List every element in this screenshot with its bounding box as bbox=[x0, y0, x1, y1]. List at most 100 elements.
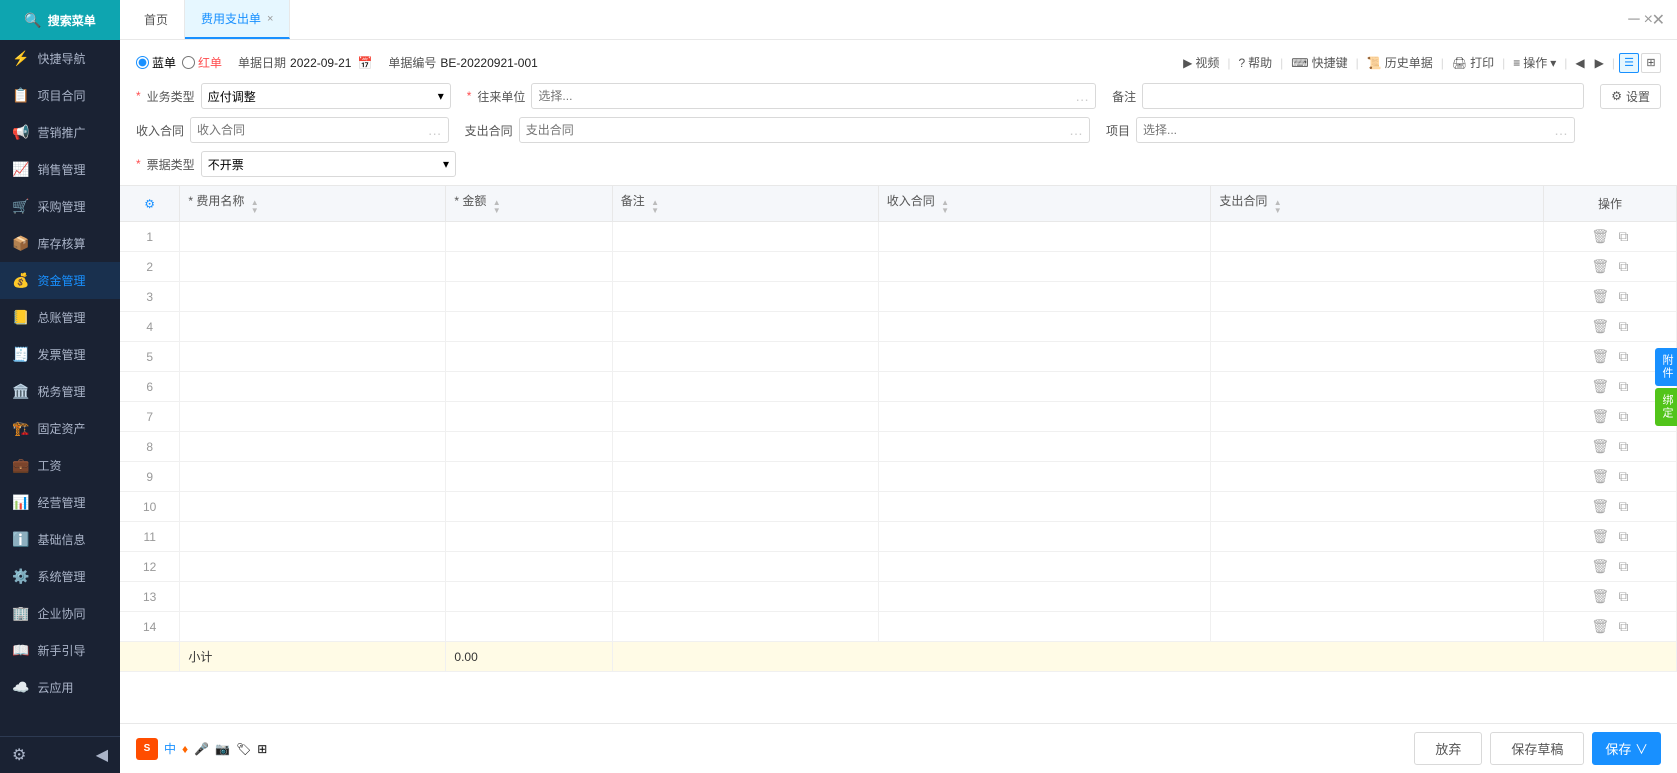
expense-name-cell[interactable] bbox=[180, 282, 446, 312]
expense-contract-cell[interactable] bbox=[1211, 372, 1544, 402]
income-contract-cell[interactable] bbox=[878, 312, 1211, 342]
partner-more-icon[interactable]: … bbox=[1075, 88, 1089, 104]
blue-single-radio[interactable]: 蓝单 bbox=[136, 54, 176, 71]
expense-name-cell[interactable] bbox=[180, 312, 446, 342]
amount-cell[interactable] bbox=[446, 612, 612, 642]
sidebar-item-quick-nav[interactable]: ⚡ 快捷导航 bbox=[0, 40, 120, 77]
voucher-type-select[interactable]: 不开票 ▾ bbox=[201, 151, 456, 177]
row-delete-btn[interactable]: 🗑 bbox=[1588, 318, 1612, 335]
row-delete-btn[interactable]: 🗑 bbox=[1588, 228, 1612, 245]
sidebar-item-inventory[interactable]: 📦 库存核算 bbox=[0, 225, 120, 262]
expense-contract-cell[interactable] bbox=[1211, 612, 1544, 642]
project-more-icon[interactable]: … bbox=[1554, 122, 1568, 138]
expense-contract-more-icon[interactable]: … bbox=[1069, 122, 1083, 138]
income-contract-cell[interactable] bbox=[878, 222, 1211, 252]
shortcut-btn[interactable]: ⌨ 快捷键 bbox=[1287, 52, 1351, 73]
partner-input[interactable] bbox=[538, 89, 1075, 103]
row-copy-btn[interactable]: ⧉ bbox=[1616, 618, 1632, 635]
expense-contract-cell[interactable] bbox=[1211, 342, 1544, 372]
expense-contract-cell[interactable] bbox=[1211, 492, 1544, 522]
sidebar-item-assets[interactable]: 🏗️ 固定资产 bbox=[0, 410, 120, 447]
income-contract-cell[interactable] bbox=[878, 612, 1211, 642]
tab-close-icon[interactable]: × bbox=[267, 13, 273, 25]
partner-input-wrap[interactable]: … bbox=[531, 83, 1096, 109]
income-contract-cell[interactable] bbox=[878, 462, 1211, 492]
row-copy-btn[interactable]: ⧉ bbox=[1616, 588, 1632, 605]
amount-cell[interactable] bbox=[446, 432, 612, 462]
save-button[interactable]: 保存 ∨ bbox=[1592, 732, 1661, 765]
remark-cell[interactable] bbox=[612, 312, 878, 342]
amount-cell[interactable] bbox=[446, 462, 612, 492]
income-contract-cell[interactable] bbox=[878, 492, 1211, 522]
income-contract-input[interactable] bbox=[197, 123, 428, 137]
income-contract-sort[interactable]: ▲▼ bbox=[941, 199, 949, 215]
config-gear-icon[interactable]: ⚙ bbox=[144, 197, 155, 211]
amount-sort[interactable]: ▲▼ bbox=[493, 199, 501, 215]
expense-contract-cell[interactable] bbox=[1211, 552, 1544, 582]
sidebar-item-system[interactable]: ⚙️ 系统管理 bbox=[0, 558, 120, 595]
remark-cell[interactable] bbox=[612, 612, 878, 642]
expense-name-cell[interactable] bbox=[180, 612, 446, 642]
row-delete-btn[interactable]: 🗑 bbox=[1588, 438, 1612, 455]
remark-cell[interactable] bbox=[612, 402, 878, 432]
amount-cell[interactable] bbox=[446, 492, 612, 522]
nav-next-btn[interactable]: ▶ bbox=[1591, 54, 1608, 72]
amount-cell[interactable] bbox=[446, 522, 612, 552]
project-input[interactable] bbox=[1143, 123, 1554, 137]
income-contract-cell[interactable] bbox=[878, 372, 1211, 402]
row-copy-btn[interactable]: ⧉ bbox=[1616, 528, 1632, 545]
row-delete-btn[interactable]: 🗑 bbox=[1588, 618, 1612, 635]
expense-name-cell[interactable] bbox=[180, 492, 446, 522]
expense-name-cell[interactable] bbox=[180, 402, 446, 432]
income-contract-cell[interactable] bbox=[878, 522, 1211, 552]
expense-contract-cell[interactable] bbox=[1211, 222, 1544, 252]
sidebar-item-project-contract[interactable]: 📋 项目合同 bbox=[0, 77, 120, 114]
sidebar-item-invoice[interactable]: 🧾 发票管理 bbox=[0, 336, 120, 373]
row-copy-btn[interactable]: ⧉ bbox=[1616, 468, 1632, 485]
project-input-wrap[interactable]: … bbox=[1136, 117, 1575, 143]
tab-home[interactable]: 首页 bbox=[128, 0, 185, 39]
biz-type-select[interactable]: 应付调整 ▾ bbox=[201, 83, 451, 109]
sidebar-header[interactable]: 🔍 搜索菜单 bbox=[0, 0, 120, 40]
tab-expense[interactable]: 费用支出单 × bbox=[185, 0, 290, 39]
sidebar-item-purchase[interactable]: 🛒 采购管理 bbox=[0, 188, 120, 225]
income-contract-more-icon[interactable]: … bbox=[428, 122, 442, 138]
row-delete-btn[interactable]: 🗑 bbox=[1588, 588, 1612, 605]
remark-cell[interactable] bbox=[612, 342, 878, 372]
history-btn[interactable]: 📜 历史单据 bbox=[1363, 52, 1437, 73]
income-contract-cell[interactable] bbox=[878, 402, 1211, 432]
row-copy-btn[interactable]: ⧉ bbox=[1616, 318, 1632, 335]
sidebar-item-payroll[interactable]: 💼 工资 bbox=[0, 447, 120, 484]
amount-cell[interactable] bbox=[446, 252, 612, 282]
row-delete-btn[interactable]: 🗑 bbox=[1588, 528, 1612, 545]
remark-cell[interactable] bbox=[612, 372, 878, 402]
amount-cell[interactable] bbox=[446, 552, 612, 582]
expense-contract-cell[interactable] bbox=[1211, 522, 1544, 552]
sidebar-item-basic-info[interactable]: ℹ️ 基础信息 bbox=[0, 521, 120, 558]
amount-cell[interactable] bbox=[446, 282, 612, 312]
attachment-tab[interactable]: 附件 bbox=[1655, 348, 1677, 386]
window-minimize-icon[interactable]: ─ bbox=[1624, 11, 1643, 29]
discard-button[interactable]: 放弃 bbox=[1414, 732, 1482, 765]
expense-name-cell[interactable] bbox=[180, 552, 446, 582]
remark-cell[interactable] bbox=[612, 282, 878, 312]
expense-name-cell[interactable] bbox=[180, 582, 446, 612]
sidebar-item-marketing[interactable]: 📢 营销推广 bbox=[0, 114, 120, 151]
save-draft-button[interactable]: 保存草稿 bbox=[1490, 732, 1584, 765]
expense-contract-cell[interactable] bbox=[1211, 282, 1544, 312]
row-delete-btn[interactable]: 🗑 bbox=[1588, 348, 1612, 365]
expense-name-cell[interactable] bbox=[180, 252, 446, 282]
expense-name-cell[interactable] bbox=[180, 522, 446, 552]
row-copy-btn[interactable]: ⧉ bbox=[1616, 228, 1632, 245]
settings-button[interactable]: ⚙ 设置 bbox=[1600, 84, 1661, 109]
speaker-icon[interactable]: ◀ bbox=[96, 745, 108, 765]
sidebar-item-ledger[interactable]: 📒 总账管理 bbox=[0, 299, 120, 336]
income-contract-cell[interactable] bbox=[878, 282, 1211, 312]
red-single-input[interactable] bbox=[182, 56, 195, 69]
remark-cell[interactable] bbox=[612, 462, 878, 492]
amount-cell[interactable] bbox=[446, 372, 612, 402]
remark-cell[interactable] bbox=[612, 522, 878, 552]
view-video-btn[interactable]: ▶ 视频 bbox=[1179, 52, 1223, 73]
sidebar-item-capital[interactable]: 💰 资金管理 bbox=[0, 262, 120, 299]
sidebar-item-new-guide[interactable]: 📖 新手引导 bbox=[0, 632, 120, 669]
